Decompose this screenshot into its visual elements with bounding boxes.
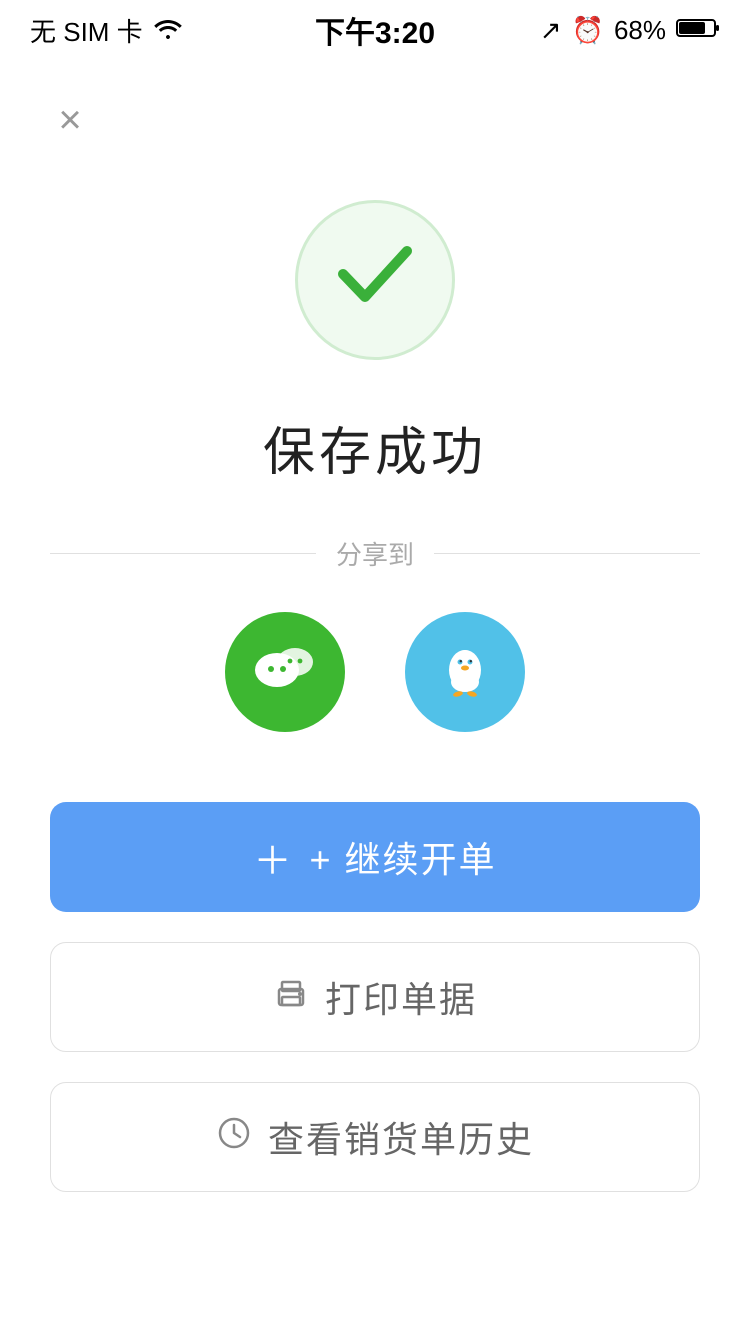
qq-share-button[interactable] (405, 612, 525, 732)
success-section: 保存成功 (0, 160, 750, 525)
checkmark-icon (335, 239, 415, 322)
share-label: 分享到 (336, 535, 414, 572)
close-btn-area: × (0, 60, 750, 160)
success-title: 保存成功 (263, 410, 487, 485)
battery-text: 68% (614, 15, 666, 46)
divider-line-right (434, 553, 700, 554)
success-circle (295, 200, 455, 360)
print-label: 打印单据 (325, 971, 477, 1023)
location-icon: ↗ (540, 15, 562, 46)
continue-button[interactable]: ＋ + 继续开单 (50, 802, 700, 912)
share-divider: 分享到 (50, 535, 700, 572)
printer-icon (273, 975, 309, 1020)
history-label: 查看销货单历史 (268, 1111, 534, 1163)
plus-icon: ＋ (253, 830, 293, 885)
wifi-icon (153, 15, 183, 46)
share-divider-section: 分享到 (0, 535, 750, 572)
status-bar-right: ↗ ⏰ 68% (540, 15, 720, 46)
continue-label: + 继续开单 (309, 831, 496, 883)
status-bar-left: 无 SIM 卡 (30, 12, 183, 49)
no-sim-text: 无 SIM 卡 (30, 12, 143, 49)
battery-icon (676, 15, 720, 46)
share-icons-row (0, 612, 750, 732)
status-bar-time: 下午3:20 (315, 8, 435, 52)
buttons-section: ＋ + 继续开单 打印单据 查看销货单历史 (0, 802, 750, 1192)
print-button[interactable]: 打印单据 (50, 942, 700, 1052)
alarm-icon: ⏰ (572, 15, 604, 46)
history-icon (216, 1115, 252, 1160)
close-button[interactable]: × (40, 90, 100, 150)
history-button[interactable]: 查看销货单历史 (50, 1082, 700, 1192)
wechat-share-button[interactable] (225, 612, 345, 732)
status-bar: 无 SIM 卡 下午3:20 ↗ ⏰ 68% (0, 0, 750, 60)
divider-line-left (50, 553, 316, 554)
close-icon: × (58, 100, 81, 140)
